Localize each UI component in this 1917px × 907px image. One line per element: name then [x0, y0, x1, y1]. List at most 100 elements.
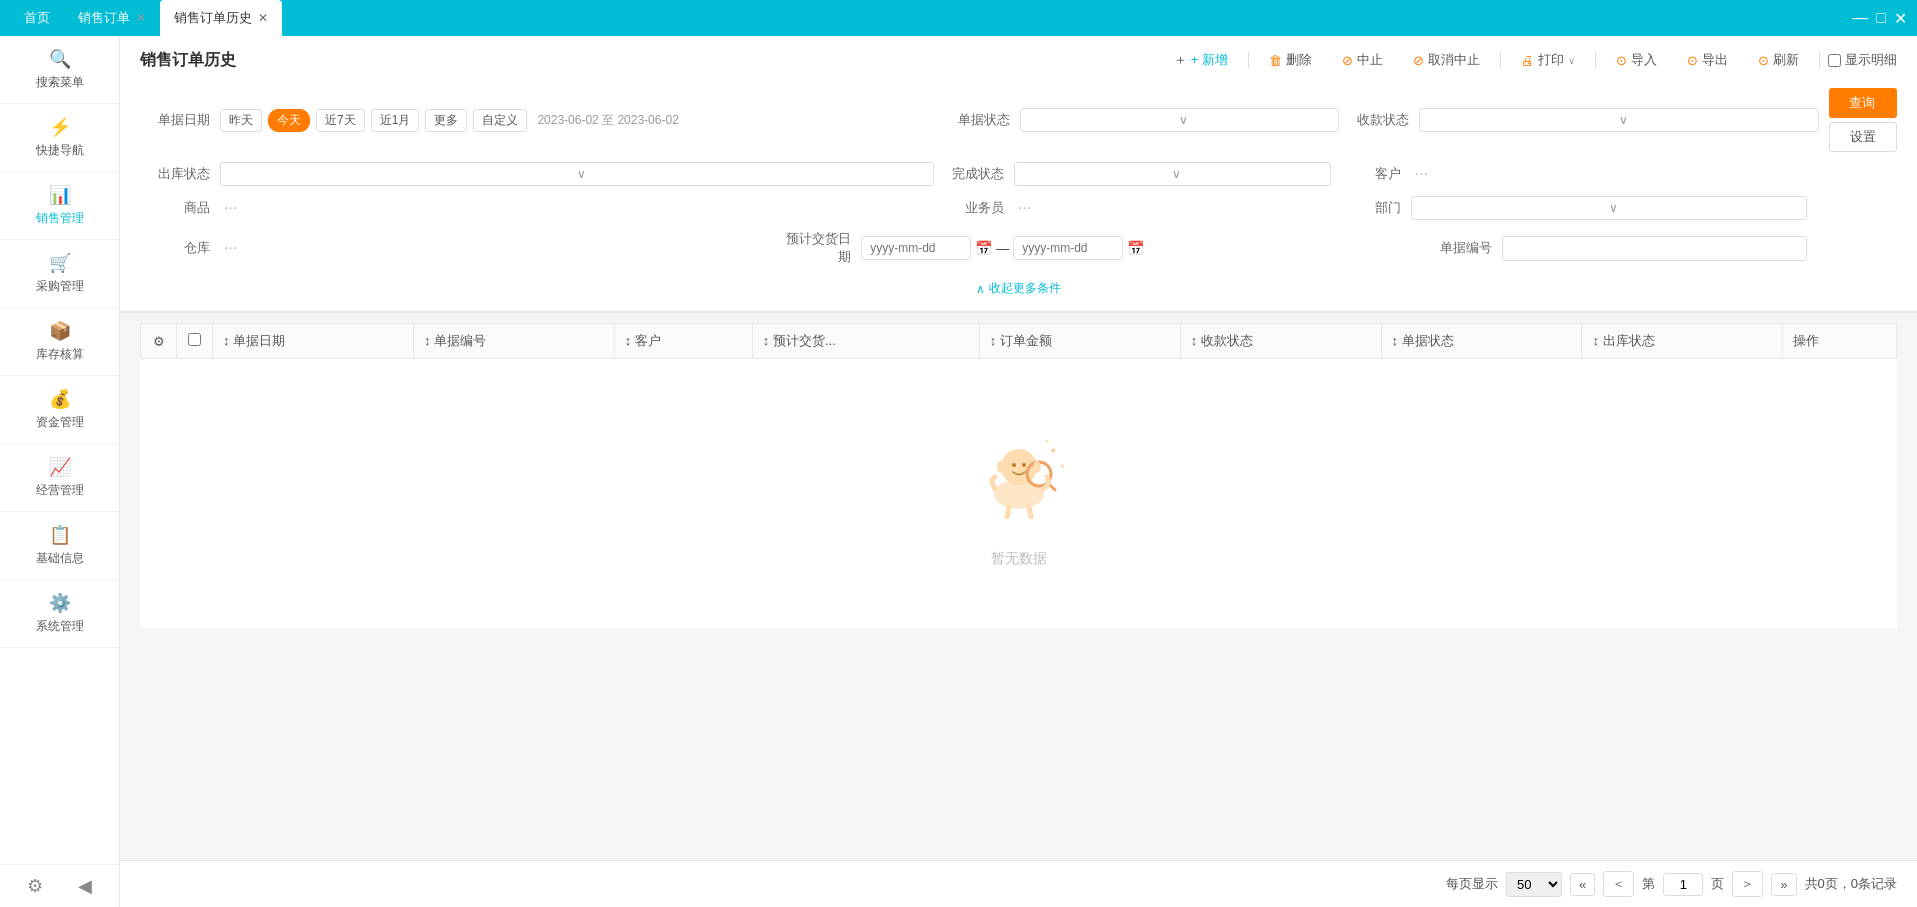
th-bill-number[interactable]: ↕ 单据编号 [413, 324, 614, 359]
th-bill-status[interactable]: ↕ 单据状态 [1381, 324, 1582, 359]
sidebar-item-quick-nav-label: 快捷导航 [36, 142, 84, 159]
sidebar-item-basic-info[interactable]: 📋 基础信息 [0, 512, 119, 580]
filter-payment-status-group: 收款状态 ∨ [1339, 108, 1819, 132]
complete-status-select[interactable]: ∨ [1014, 162, 1331, 186]
new-button[interactable]: ＋ + 新增 [1162, 46, 1240, 74]
collapse-btn[interactable]: ∧ 收起更多条件 [140, 276, 1897, 297]
payment-status-label: 收款状态 [1339, 111, 1419, 129]
empty-text: 暂无数据 [991, 550, 1047, 568]
delivery-date-to[interactable] [1013, 236, 1123, 260]
date-btn-today[interactable]: 今天 [268, 109, 310, 132]
import-button[interactable]: ⊙ 导入 [1604, 46, 1669, 74]
maximize-icon[interactable]: □ [1876, 9, 1886, 27]
tab-sales-order-close[interactable]: ✕ [136, 11, 146, 25]
query-button[interactable]: 查询 [1829, 88, 1897, 118]
svg-text:✦: ✦ [1044, 438, 1050, 445]
salesperson-select-btn[interactable]: ··· [1018, 199, 1031, 217]
date-btn-7days[interactable]: 近7天 [316, 109, 365, 132]
filter-row-2: 出库状态 ∨ 完成状态 ∨ 客户 [140, 162, 1897, 186]
svg-point-1 [1001, 449, 1037, 485]
delivery-date-to-calendar-icon[interactable]: 📅 [1127, 240, 1144, 256]
import-label: 导入 [1631, 51, 1657, 69]
cancel-stop-button[interactable]: ⊘ 取消中止 [1401, 46, 1492, 74]
prev-page-button[interactable]: ＜ [1603, 871, 1634, 897]
sidebar-item-inventory[interactable]: 📦 库存核算 [0, 308, 119, 376]
th-order-amount[interactable]: ↕ 订单金额 [979, 324, 1180, 359]
date-btn-1month[interactable]: 近1月 [371, 109, 420, 132]
per-page-select[interactable]: 50 10 20 100 [1506, 872, 1562, 897]
date-btn-yesterday[interactable]: 昨天 [220, 109, 262, 132]
tab-sales-order[interactable]: 销售订单 ✕ [64, 0, 160, 36]
bill-status-select[interactable]: ∨ [1020, 108, 1340, 132]
th-expected-delivery[interactable]: ↕ 预计交货... [752, 324, 979, 359]
capital-mgmt-icon: 💰 [49, 388, 71, 410]
th-order-amount-label: ↕ 订单金额 [990, 333, 1052, 348]
layout: 🔍 搜索菜单 ⚡ 快捷导航 📊 销售管理 🛒 采购管理 📦 库存核算 💰 资金管… [0, 36, 1917, 907]
export-button[interactable]: ⊙ 导出 [1675, 46, 1740, 74]
complete-status-label: 完成状态 [934, 165, 1014, 183]
show-detail-input[interactable] [1828, 54, 1841, 67]
bill-number-input[interactable] [1502, 236, 1807, 261]
department-select[interactable]: ∨ [1411, 196, 1807, 220]
date-filter-buttons: 昨天 今天 近7天 近1月 更多 自定义 2023-06-02 至 2023-0… [220, 109, 679, 132]
date-btn-more[interactable]: 更多 [425, 109, 467, 132]
out-status-select[interactable]: ∨ [220, 162, 934, 186]
svg-text:✦: ✦ [1049, 445, 1057, 456]
sidebar-item-quick-nav[interactable]: ⚡ 快捷导航 [0, 104, 119, 172]
empty-svg: ✦ ✦ ✦ [959, 419, 1079, 519]
product-label: 商品 [140, 199, 220, 217]
sidebar-item-capital-mgmt[interactable]: 💰 资金管理 [0, 376, 119, 444]
customer-select-btn[interactable]: ··· [1415, 165, 1428, 183]
bill-status-label: 单据状态 [940, 111, 1020, 129]
minimize-icon[interactable]: — [1852, 9, 1868, 27]
page-suffix: 页 [1711, 875, 1724, 893]
th-out-status[interactable]: ↕ 出库状态 [1582, 324, 1783, 359]
refresh-button[interactable]: ⊙ 刷新 [1746, 46, 1811, 74]
sidebar-settings-icon[interactable]: ⚙ [27, 875, 43, 897]
new-icon: ＋ [1174, 51, 1187, 69]
sidebar-collapse-icon[interactable]: ◀ [78, 875, 92, 897]
th-out-status-label: ↕ 出库状态 [1592, 333, 1654, 348]
tab-sales-order-history-close[interactable]: ✕ [258, 11, 268, 25]
warehouse-select-btn[interactable]: ··· [224, 239, 237, 257]
empty-illustration: ✦ ✦ ✦ [959, 419, 1079, 538]
svg-text:✦: ✦ [1059, 462, 1066, 471]
sidebar-item-system-mgmt[interactable]: ⚙️ 系统管理 [0, 580, 119, 648]
th-settings[interactable]: ⚙ [141, 324, 177, 359]
th-payment-status[interactable]: ↕ 收款状态 [1180, 324, 1381, 359]
delete-button[interactable]: 🗑 删除 [1257, 46, 1324, 74]
sidebar-item-search-menu[interactable]: 🔍 搜索菜单 [0, 36, 119, 104]
filter-delivery-date-group: 预计交货日期 📅 — 📅 [781, 230, 1422, 266]
date-btn-custom[interactable]: 自定义 [473, 109, 527, 132]
tab-home[interactable]: 首页 [10, 0, 64, 36]
settings-button[interactable]: 设置 [1829, 122, 1897, 152]
payment-status-select[interactable]: ∨ [1419, 108, 1819, 132]
stop-button[interactable]: ⊘ 中止 [1330, 46, 1395, 74]
cancel-stop-label: 取消中止 [1428, 51, 1480, 69]
sidebar-item-purchase-mgmt[interactable]: 🛒 采购管理 [0, 240, 119, 308]
top-bar: 首页 销售订单 ✕ 销售订单历史 ✕ — □ ✕ [0, 0, 1917, 36]
last-page-button[interactable]: » [1771, 873, 1796, 896]
th-operation-label: 操作 [1793, 333, 1819, 348]
th-bill-date[interactable]: ↕ 单据日期 [213, 324, 414, 359]
next-page-button[interactable]: ＞ [1732, 871, 1763, 897]
inventory-icon: 📦 [49, 320, 71, 342]
delivery-date-from-calendar-icon[interactable]: 📅 [975, 240, 992, 256]
sidebar-item-sales-mgmt[interactable]: 📊 销售管理 [0, 172, 119, 240]
tab-sales-order-history[interactable]: 销售订单历史 ✕ [160, 0, 282, 36]
close-icon[interactable]: ✕ [1894, 9, 1907, 28]
delivery-date-from[interactable] [861, 236, 971, 260]
select-all-checkbox[interactable] [188, 333, 201, 346]
search-menu-icon: 🔍 [49, 48, 71, 70]
sidebar-item-inventory-label: 库存核算 [36, 346, 84, 363]
product-select-btn[interactable]: ··· [224, 199, 237, 217]
print-button[interactable]: 🖨 打印 ∨ [1509, 46, 1587, 74]
show-detail-checkbox[interactable]: 显示明细 [1828, 51, 1897, 69]
th-customer[interactable]: ↕ 客户 [614, 324, 752, 359]
svg-point-6 [997, 461, 1005, 473]
th-checkbox[interactable] [177, 324, 213, 359]
print-label: 打印 [1538, 51, 1564, 69]
first-page-button[interactable]: « [1570, 873, 1595, 896]
current-page-input[interactable] [1663, 873, 1703, 896]
sidebar-item-operations[interactable]: 📈 经营管理 [0, 444, 119, 512]
